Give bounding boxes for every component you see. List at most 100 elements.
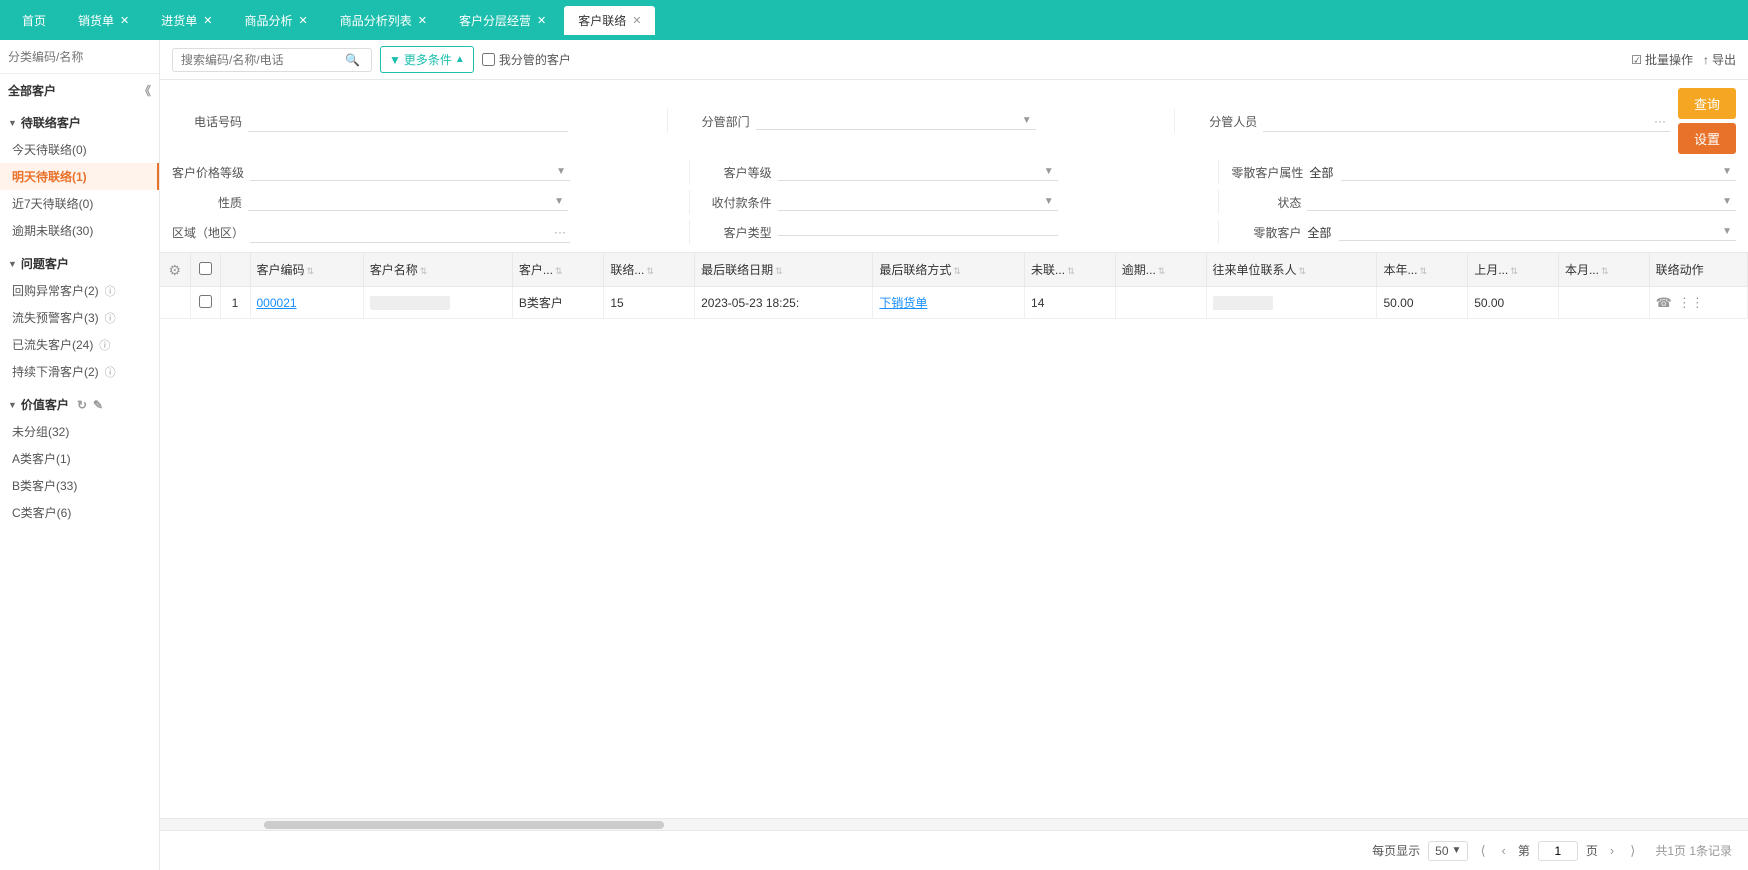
page-input[interactable]: [1538, 841, 1578, 861]
sidebar-item-churn-warning[interactable]: 流失预警客户(3) ⓘ: [0, 304, 159, 331]
info-icon-repurchase[interactable]: ⓘ: [105, 283, 116, 299]
filter-nature-select[interactable]: ▼: [248, 193, 568, 211]
table-area: ⚙ 客户编码⇅ 客户名称⇅ 客户...⇅: [160, 253, 1748, 818]
filter-row-2: 客户价格等级 ▼ 客户等级 ▼ 零散客户属性: [172, 160, 1736, 184]
last-page-btn[interactable]: ⟩: [1626, 843, 1639, 859]
nav-customer-contact-close[interactable]: ✕: [632, 14, 641, 27]
sidebar-item-today-contact[interactable]: 今天待联络(0): [0, 136, 159, 163]
row-checkbox[interactable]: [199, 295, 212, 308]
row-last-month: 50.00: [1468, 287, 1559, 319]
info-icon-declining[interactable]: ⓘ: [105, 364, 116, 380]
export-btn[interactable]: ↑ 导出: [1703, 51, 1736, 68]
scroll-thumb[interactable]: [264, 821, 664, 829]
sidebar-item-class-a[interactable]: A类客户(1): [0, 445, 159, 472]
set-button[interactable]: 设置: [1678, 123, 1736, 154]
row-action-contact-icon[interactable]: ☎: [1656, 295, 1672, 311]
nav-sales-order[interactable]: 销货单 ✕: [64, 6, 143, 35]
filter-retail-attr-select[interactable]: ▼: [1341, 163, 1736, 181]
sidebar-item-ungrouped[interactable]: 未分组(32): [0, 418, 159, 445]
sidebar-item-churned[interactable]: 已流失客户(24) ⓘ: [0, 331, 159, 358]
next-page-btn[interactable]: ›: [1606, 843, 1618, 858]
nav-product-analysis-list-close[interactable]: ✕: [418, 14, 427, 27]
sort-this-month-icon[interactable]: ⇅: [1601, 266, 1609, 276]
row-name[interactable]: [363, 287, 512, 319]
filter-payment-label: 收付款条件: [702, 194, 772, 211]
filter-price-level: 客户价格等级 ▼: [172, 163, 677, 181]
filter-region-select[interactable]: ···: [250, 222, 570, 243]
row-code[interactable]: 000021: [250, 287, 363, 319]
filter-manager-select[interactable]: ···: [1263, 111, 1670, 132]
sort-name-icon[interactable]: ⇅: [420, 266, 428, 276]
filter-row-1: 电话号码 分管部门 ▼ 分管人员 ···: [172, 88, 1736, 154]
row-overdue: [1115, 287, 1206, 319]
prev-page-btn[interactable]: ‹: [1498, 843, 1510, 858]
toolbar-search-icon[interactable]: 🔍: [345, 53, 360, 67]
per-page-select[interactable]: 50 ▼: [1428, 841, 1468, 861]
query-button[interactable]: 查询: [1678, 88, 1736, 119]
region-dots-icon[interactable]: ···: [554, 225, 566, 239]
nav-product-analysis[interactable]: 商品分析 ✕: [230, 6, 321, 35]
nav-customer-contact[interactable]: 客户联络 ✕: [564, 6, 655, 35]
gear-icon[interactable]: ⚙: [167, 262, 183, 278]
nav-product-analysis-list[interactable]: 商品分析列表 ✕: [326, 6, 441, 35]
manager-dots-icon[interactable]: ···: [1654, 114, 1666, 128]
nav-home[interactable]: 首页: [8, 6, 60, 35]
filter-phone-label: 电话号码: [172, 113, 242, 130]
filter-actions: 查询 设置: [1678, 88, 1736, 154]
sort-way-icon[interactable]: ⇅: [953, 266, 961, 276]
nav-customer-tier-close[interactable]: ✕: [537, 14, 546, 27]
sort-this-year-icon[interactable]: ⇅: [1419, 266, 1427, 276]
nav-customer-tier[interactable]: 客户分层经营 ✕: [445, 6, 560, 35]
info-icon-churn-warning[interactable]: ⓘ: [105, 310, 116, 326]
th-checkbox: [190, 253, 220, 287]
filter-phone-input[interactable]: [248, 111, 568, 132]
sort-no-contact-icon[interactable]: ⇅: [1067, 266, 1075, 276]
toolbar-search-input[interactable]: [181, 53, 341, 67]
nav-purchase-order[interactable]: 进货单 ✕: [147, 6, 226, 35]
horizontal-scrollbar[interactable]: [160, 818, 1748, 830]
filter-payment-select[interactable]: ▼: [778, 193, 1058, 211]
sidebar-item-class-b[interactable]: B类客户(33): [0, 472, 159, 499]
filter-dept-select[interactable]: ▼: [756, 112, 1036, 130]
filter-customer-type-select[interactable]: [778, 229, 1058, 236]
nav-sales-order-close[interactable]: ✕: [120, 14, 129, 27]
filter-price-level-select[interactable]: ▼: [250, 163, 570, 181]
sidebar-item-week-contact[interactable]: 近7天待联络(0): [0, 190, 159, 217]
info-icon-churned[interactable]: ⓘ: [99, 337, 110, 353]
sidebar-item-overdue-contact[interactable]: 逾期未联络(30): [0, 217, 159, 244]
export-icon: ↑: [1703, 53, 1709, 67]
nav-product-analysis-close[interactable]: ✕: [299, 14, 308, 27]
collapse-icon[interactable]: 《: [139, 82, 151, 99]
value-customer-edit[interactable]: ✎: [93, 398, 103, 412]
value-customer-refresh[interactable]: ↻: [77, 398, 87, 412]
page-label: 第: [1518, 842, 1530, 859]
per-page-value: 50: [1435, 844, 1448, 858]
sidebar-item-tomorrow-contact[interactable]: 明天待联络(1): [0, 163, 159, 190]
my-customer-checkbox-container[interactable]: 我分管的客户: [482, 51, 571, 68]
row-action-more-icon[interactable]: ⋮⋮: [1678, 295, 1704, 311]
filter-retail-customer-select[interactable]: ▼: [1339, 223, 1736, 241]
retail-customer-chevron-icon: ▼: [1722, 226, 1732, 237]
sort-contacts-icon[interactable]: ⇅: [646, 266, 654, 276]
price-level-chevron-icon: ▼: [556, 166, 566, 177]
sort-date-icon[interactable]: ⇅: [775, 266, 783, 276]
sidebar-item-declining[interactable]: 持续下滑客户(2) ⓘ: [0, 358, 159, 385]
my-customer-checkbox[interactable]: [482, 53, 495, 66]
sort-type-icon[interactable]: ⇅: [555, 266, 563, 276]
row-gear-cell: [160, 287, 190, 319]
sort-last-month-icon[interactable]: ⇅: [1510, 266, 1518, 276]
filter-customer-level-select[interactable]: ▼: [778, 163, 1058, 181]
per-page-label: 每页显示: [1372, 842, 1420, 859]
sort-overdue-icon[interactable]: ⇅: [1158, 266, 1166, 276]
select-all-checkbox[interactable]: [199, 262, 212, 275]
sidebar-item-class-c[interactable]: C类客户(6): [0, 499, 159, 526]
first-page-btn[interactable]: ⟨: [1476, 843, 1489, 859]
sidebar-item-repurchase-abnormal[interactable]: 回购异常客户(2) ⓘ: [0, 277, 159, 304]
filter-status-select[interactable]: ▼: [1307, 193, 1736, 211]
nav-purchase-order-close[interactable]: ✕: [203, 14, 212, 27]
more-filter-btn[interactable]: ▼ 更多条件 ▲: [380, 46, 474, 73]
sidebar-search-input[interactable]: [8, 50, 160, 64]
sort-code-icon[interactable]: ⇅: [307, 266, 315, 276]
sort-unit-contact-icon[interactable]: ⇅: [1299, 266, 1307, 276]
batch-ops-btn[interactable]: ☑ 批量操作: [1631, 51, 1693, 68]
